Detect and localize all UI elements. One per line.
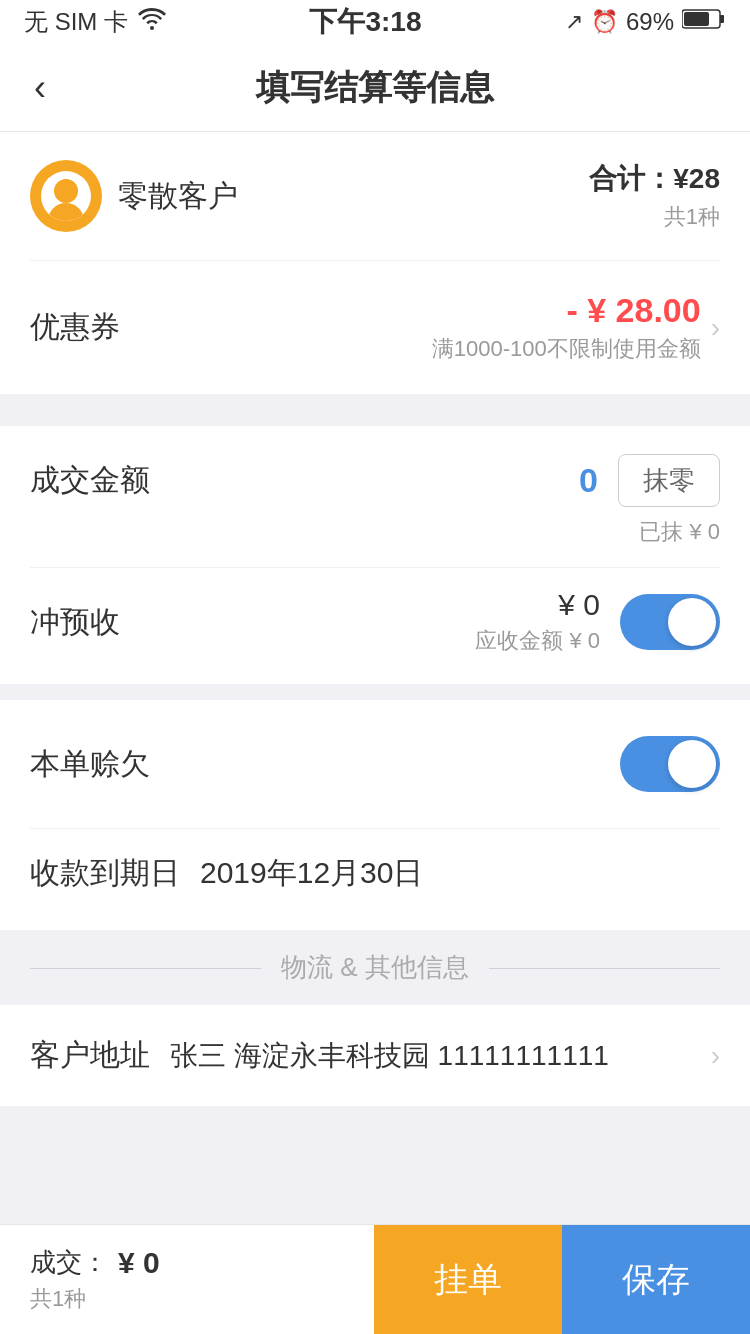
coupon-label: 优惠券 [30,307,120,348]
back-button[interactable]: ‹ [24,57,56,119]
total-amount: ¥28 [673,163,720,194]
avatar-body [48,203,84,221]
pre-amount: ¥ 0 [475,588,600,622]
deal-label: 成交金额 [30,460,150,501]
debt-row: 本单赊欠 [0,700,750,828]
deal-right: 0 抹零 [579,454,720,507]
prereceive-value-block: ¥ 0 应收金额 ¥ 0 [475,588,600,656]
status-left: 无 SIM 卡 [24,6,166,38]
address-chevron-icon: › [711,1040,720,1072]
section-divider-1 [0,410,750,426]
debt-section: 本单赊欠 收款到期日 2019年12月30日 [0,700,750,930]
coupon-desc: 满1000-100不限制使用金额 [432,334,701,364]
customer-name: 零散客户 [118,176,238,217]
address-row[interactable]: 客户地址 张三 海淀永丰科技园 11111111111 › [0,1005,750,1106]
logistics-divider: 物流 & 其他信息 [0,930,750,1005]
customer-total: 合计：¥28 共1种 [589,160,720,232]
coupon-right: - ¥ 28.00 满1000-100不限制使用金额 › [432,291,720,364]
nav-bar: ‹ 填写结算等信息 [0,44,750,132]
bottom-info: 成交： ¥ 0 共1种 [0,1225,374,1334]
deal-amount: 0 [579,461,598,500]
coupon-amount: - ¥ 28.00 [432,291,701,330]
section-divider-2 [0,684,750,700]
logistics-text: 物流 & 其他信息 [261,950,489,985]
avatar-inner [41,171,91,221]
prereceive-right: ¥ 0 应收金额 ¥ 0 [475,588,720,656]
battery-text: 69% [626,8,674,36]
save-button[interactable]: 保存 [562,1225,750,1334]
duedate-value: 2019年12月30日 [200,853,423,894]
address-section: 客户地址 张三 海淀永丰科技园 11111111111 › [0,1005,750,1106]
duedate-label: 收款到期日 [30,853,180,894]
customer-left: 零散客户 [30,160,238,232]
debt-toggle-knob [668,740,716,788]
deal-row: 成交金额 0 抹零 [0,426,750,517]
svg-rect-1 [720,15,724,23]
bottom-deal-amount: ¥ 0 [118,1246,160,1280]
bottom-deal-row: 成交： ¥ 0 [30,1245,344,1280]
address-value: 张三 海淀永丰科技园 11111111111 [170,1037,711,1075]
avatar-head [54,179,78,203]
duedate-row: 收款到期日 2019年12月30日 [0,829,750,930]
customer-row: 零散客户 合计：¥28 共1种 [0,132,750,260]
alarm-icon: ⏰ [591,9,618,35]
total-label: 合计：¥28 [589,160,720,198]
battery-icon [682,8,726,36]
total-label-text: 合计： [589,163,673,194]
carrier-text: 无 SIM 卡 [24,6,128,38]
bottom-deal-label: 成交： [30,1245,108,1280]
svg-rect-2 [684,12,709,26]
debt-toggle[interactable] [620,736,720,792]
bottom-count: 共1种 [30,1284,344,1314]
round-button[interactable]: 抹零 [618,454,720,507]
pre-receivable: 应收金额 ¥ 0 [475,626,600,656]
prereceive-toggle[interactable] [620,594,720,650]
wifi-icon [138,8,166,36]
address-label: 客户地址 [30,1035,150,1076]
total-count: 共1种 [589,202,720,232]
bottom-bar: 成交： ¥ 0 共1种 挂单 保存 [0,1224,750,1334]
status-bar: 无 SIM 卡 下午3:18 ↗ ⏰ 69% [0,0,750,44]
avatar [30,160,102,232]
status-time: 下午3:18 [309,3,421,41]
coupon-value-block: - ¥ 28.00 满1000-100不限制使用金额 [432,291,701,364]
deducted-text: 已抹 ¥ 0 [639,517,720,547]
customer-section: 零散客户 合计：¥28 共1种 优惠券 - ¥ 28.00 满1000-100不… [0,132,750,394]
prereceive-row: 冲预收 ¥ 0 应收金额 ¥ 0 [0,568,750,684]
page-title: 填写结算等信息 [256,65,494,111]
status-right: ↗ ⏰ 69% [565,8,726,36]
coupon-row[interactable]: 优惠券 - ¥ 28.00 满1000-100不限制使用金额 › [0,261,750,394]
coupon-chevron-icon: › [711,312,720,344]
prereceive-label: 冲预收 [30,602,120,643]
deducted-row: 已抹 ¥ 0 [0,517,750,567]
debt-label: 本单赊欠 [30,744,150,785]
deal-section: 成交金额 0 抹零 已抹 ¥ 0 冲预收 ¥ 0 应收金额 ¥ 0 [0,426,750,684]
hold-button[interactable]: 挂单 [374,1225,562,1334]
toggle-knob [668,598,716,646]
location-icon: ↗ [565,9,583,35]
